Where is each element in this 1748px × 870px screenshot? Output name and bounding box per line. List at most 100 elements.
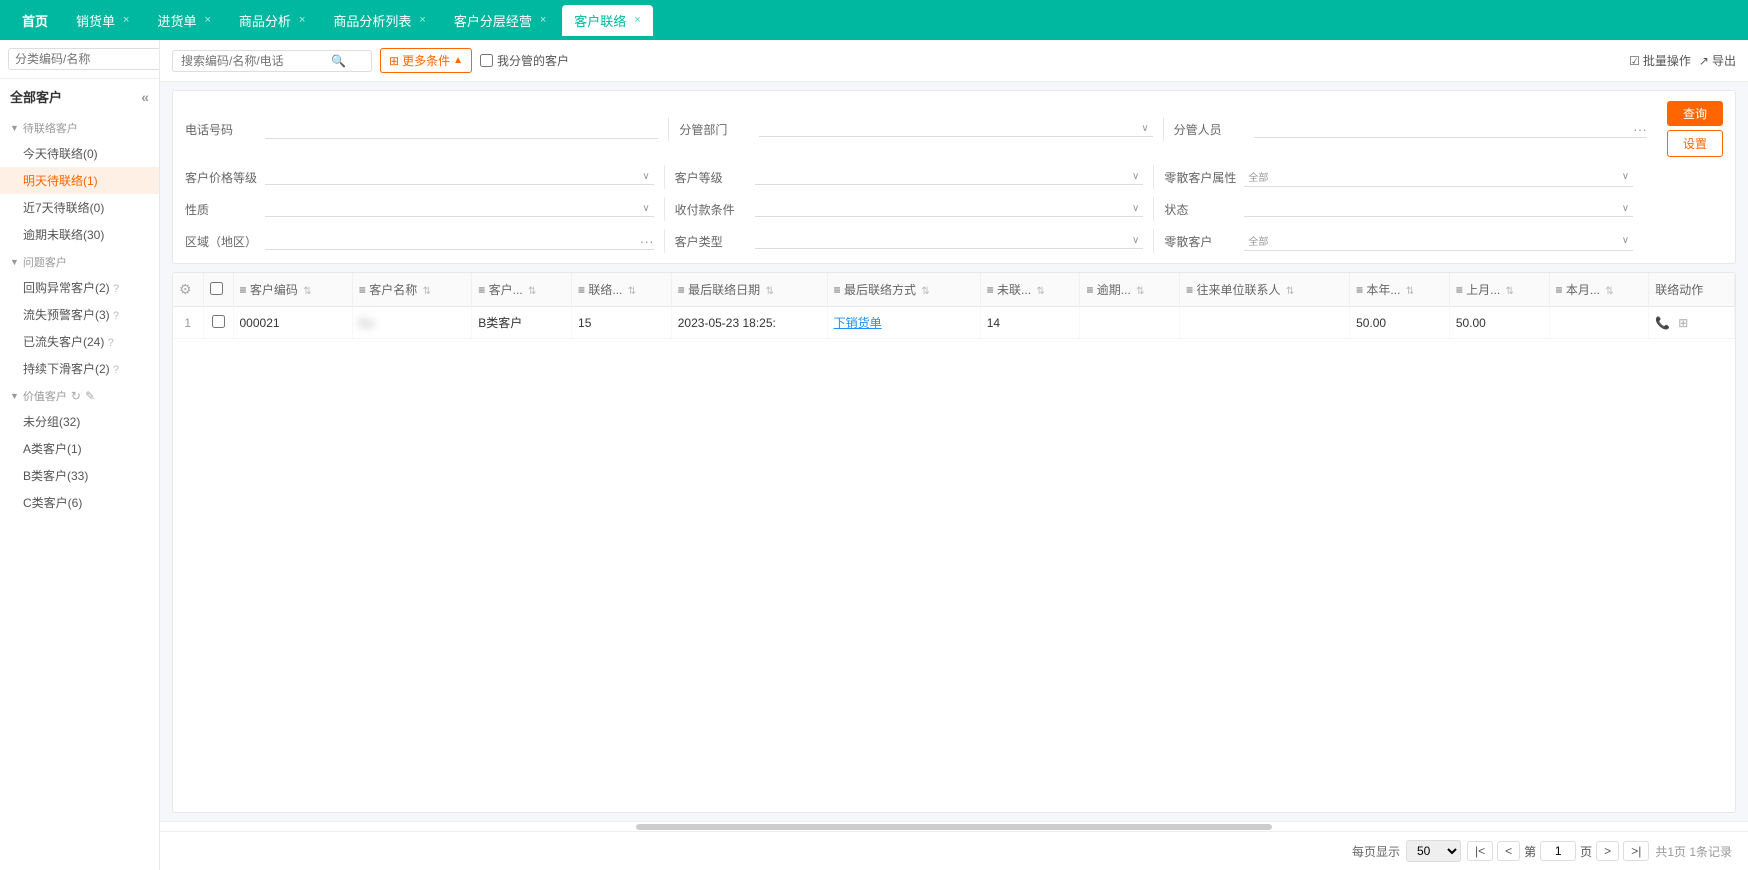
customer-type-select[interactable]: ∨	[755, 233, 1144, 249]
price-grade-select[interactable]: ∨	[265, 169, 654, 185]
col-current-month: ≡ 本月... ⇅	[1549, 273, 1649, 307]
my-customers-checkbox[interactable]	[480, 54, 493, 67]
last-page-button[interactable]: >|	[1623, 841, 1649, 861]
nav-purchase[interactable]: 进货单 ×	[145, 5, 222, 36]
batch-ops-button[interactable]: ☑ 批量操作	[1629, 52, 1691, 69]
sidebar-collapse-icon[interactable]: «	[141, 89, 149, 105]
query-button[interactable]: 查询	[1667, 101, 1723, 126]
customer-grade-select[interactable]: ∨	[755, 169, 1144, 185]
sidebar-item-declining[interactable]: 持续下滑客户(2) ?	[0, 355, 159, 382]
more-conditions-button[interactable]: ⊞ 更多条件 ▲	[380, 48, 472, 73]
filter-actions: 查询 设置	[1667, 101, 1723, 157]
filter-customer-grade: 客户等级 ∨	[675, 169, 1144, 186]
nav-customer-tier[interactable]: 客户分层经营 ×	[442, 5, 558, 36]
sidebar-item-repurchase-abnormal[interactable]: 回购异常客户(2) ?	[0, 274, 159, 301]
close-goods-analysis-icon[interactable]: ×	[299, 14, 305, 26]
first-page-button[interactable]: |<	[1467, 841, 1493, 861]
sidebar-item-c-class[interactable]: C类客户(6)	[0, 489, 159, 516]
col-checkbox[interactable]	[203, 273, 233, 307]
sort-name-icon[interactable]: ⇅	[423, 286, 431, 297]
payment-select[interactable]: ∨	[755, 201, 1144, 217]
nav-sales[interactable]: 销货单 ×	[64, 5, 141, 36]
sort-contact-icon[interactable]: ⇅	[628, 286, 636, 297]
sort-year-icon[interactable]: ⇅	[1406, 286, 1414, 297]
table-row: 1 000021 Ea B类客户 15 2023-05-23 18:25: 下销…	[173, 307, 1735, 339]
dept-select[interactable]: ∨	[759, 121, 1152, 137]
customer-grade-label: 客户等级	[675, 169, 755, 186]
row-checkbox-cell	[203, 307, 233, 339]
sidebar-item-7days[interactable]: 近7天待联络(0)	[0, 194, 159, 221]
export-button[interactable]: ↗ 导出	[1699, 52, 1736, 69]
region-more-icon[interactable]: ···	[640, 233, 654, 249]
per-page-label: 每页显示	[1352, 843, 1400, 860]
sidebar-all-customers[interactable]: 全部客户 «	[0, 79, 159, 114]
row-checkbox[interactable]	[212, 315, 225, 328]
sidebar-item-ungrouped[interactable]: 未分组(32)	[0, 408, 159, 435]
nav-goods-analysis[interactable]: 商品分析 ×	[227, 5, 317, 36]
scrollbar-thumb[interactable]	[636, 824, 1271, 830]
filter-row-2: 客户价格等级 ∨ 客户等级 ∨ 零散客户属性 全部∨	[185, 165, 1723, 189]
sort-last-month-icon[interactable]: ⇅	[1506, 286, 1514, 297]
sidebar-section-problem: 问题客户	[0, 248, 159, 274]
close-goods-list-icon[interactable]: ×	[419, 14, 425, 26]
sort-date-icon[interactable]: ⇅	[765, 286, 773, 297]
col-uncontact: ≡ 未联... ⇅	[980, 273, 1080, 307]
col-gear: ⚙	[173, 273, 203, 307]
search-submit-icon[interactable]: 🔍	[331, 54, 346, 68]
sort-month-icon[interactable]: ⇅	[1605, 286, 1613, 297]
row-current-month	[1549, 307, 1649, 339]
close-purchase-icon[interactable]: ×	[204, 14, 210, 26]
sort-type-icon[interactable]: ⇅	[528, 286, 536, 297]
search-input[interactable]	[181, 54, 331, 68]
sort-code-icon[interactable]: ⇅	[303, 286, 311, 297]
edit-value-icon[interactable]: ✎	[85, 389, 95, 403]
sort-last-type-icon[interactable]: ⇅	[921, 286, 929, 297]
sidebar-item-overdue[interactable]: 逾期未联络(30)	[0, 221, 159, 248]
close-customer-contact-icon[interactable]: ×	[634, 14, 640, 26]
prev-page-button[interactable]: <	[1497, 841, 1520, 861]
nav-customer-contact[interactable]: 客户联络 ×	[562, 5, 652, 36]
next-page-button[interactable]: >	[1596, 841, 1619, 861]
status-select[interactable]: ∨	[1244, 201, 1633, 217]
close-customer-tier-icon[interactable]: ×	[540, 14, 546, 26]
nav-home[interactable]: 首页	[10, 5, 60, 36]
sidebar-item-churn-warning[interactable]: 流失预警客户(3) ?	[0, 301, 159, 328]
last-contact-link[interactable]: 下销货单	[834, 316, 882, 330]
person-more-icon[interactable]: ···	[1633, 121, 1647, 137]
page-number-input[interactable]	[1540, 841, 1576, 861]
col-last-month: ≡ 上月... ⇅	[1449, 273, 1549, 307]
sidebar: 🔍 全部客户 « 待联络客户 今天待联络(0) 明天待联络(1) 近7天待联络(…	[0, 40, 160, 870]
filter-status: 状态 ∨	[1164, 201, 1633, 218]
retail-attr-select[interactable]: 全部∨	[1244, 167, 1633, 187]
nav-goods-analysis-list[interactable]: 商品分析列表 ×	[321, 5, 437, 36]
phone-input[interactable]	[265, 120, 658, 139]
nature-select[interactable]: ∨	[265, 201, 654, 217]
status-label: 状态	[1164, 201, 1244, 218]
horizontal-scrollbar[interactable]	[160, 821, 1748, 831]
sidebar-item-b-class[interactable]: B类客户(33)	[0, 462, 159, 489]
customer-name-blurred: Ea	[359, 316, 374, 330]
setting-button[interactable]: 设置	[1667, 130, 1723, 157]
sidebar-item-tomorrow[interactable]: 明天待联络(1)	[0, 167, 159, 194]
close-sales-icon[interactable]: ×	[123, 14, 129, 26]
refresh-value-icon[interactable]: ↻	[71, 389, 81, 403]
sidebar-item-churned[interactable]: 已流失客户(24) ?	[0, 328, 159, 355]
my-customers-label[interactable]: 我分管的客户	[480, 52, 569, 69]
retail-customer-select[interactable]: 全部∨	[1244, 231, 1633, 251]
nature-label: 性质	[185, 201, 265, 218]
select-all-checkbox[interactable]	[210, 282, 223, 295]
action-grid-icon[interactable]: ⊞	[1678, 316, 1688, 330]
sidebar-item-today[interactable]: 今天待联络(0)	[0, 140, 159, 167]
table-header-row: ⚙ ≡ 客户编码 ⇅ ≡ 客户名称 ⇅ ≡ 客户... ⇅	[173, 273, 1735, 307]
sidebar-section-pending: 待联络客户	[0, 114, 159, 140]
filter-arrow-icon: ▲	[453, 55, 463, 66]
sort-person-icon[interactable]: ⇅	[1286, 286, 1294, 297]
page-size-select[interactable]: 50 20 100	[1406, 840, 1461, 862]
sidebar-item-a-class[interactable]: A类客户(1)	[0, 435, 159, 462]
sort-uncontact-icon[interactable]: ⇅	[1036, 286, 1044, 297]
column-settings-icon[interactable]: ⚙	[179, 281, 192, 297]
sidebar-search-input[interactable]	[8, 48, 160, 70]
toolbar: 🔍 ⊞ 更多条件 ▲ 我分管的客户 ☑ 批量操作 ↗ 导出	[160, 40, 1748, 82]
sort-overdue-icon[interactable]: ⇅	[1136, 286, 1144, 297]
action-phone-icon[interactable]: 📞	[1655, 316, 1670, 330]
